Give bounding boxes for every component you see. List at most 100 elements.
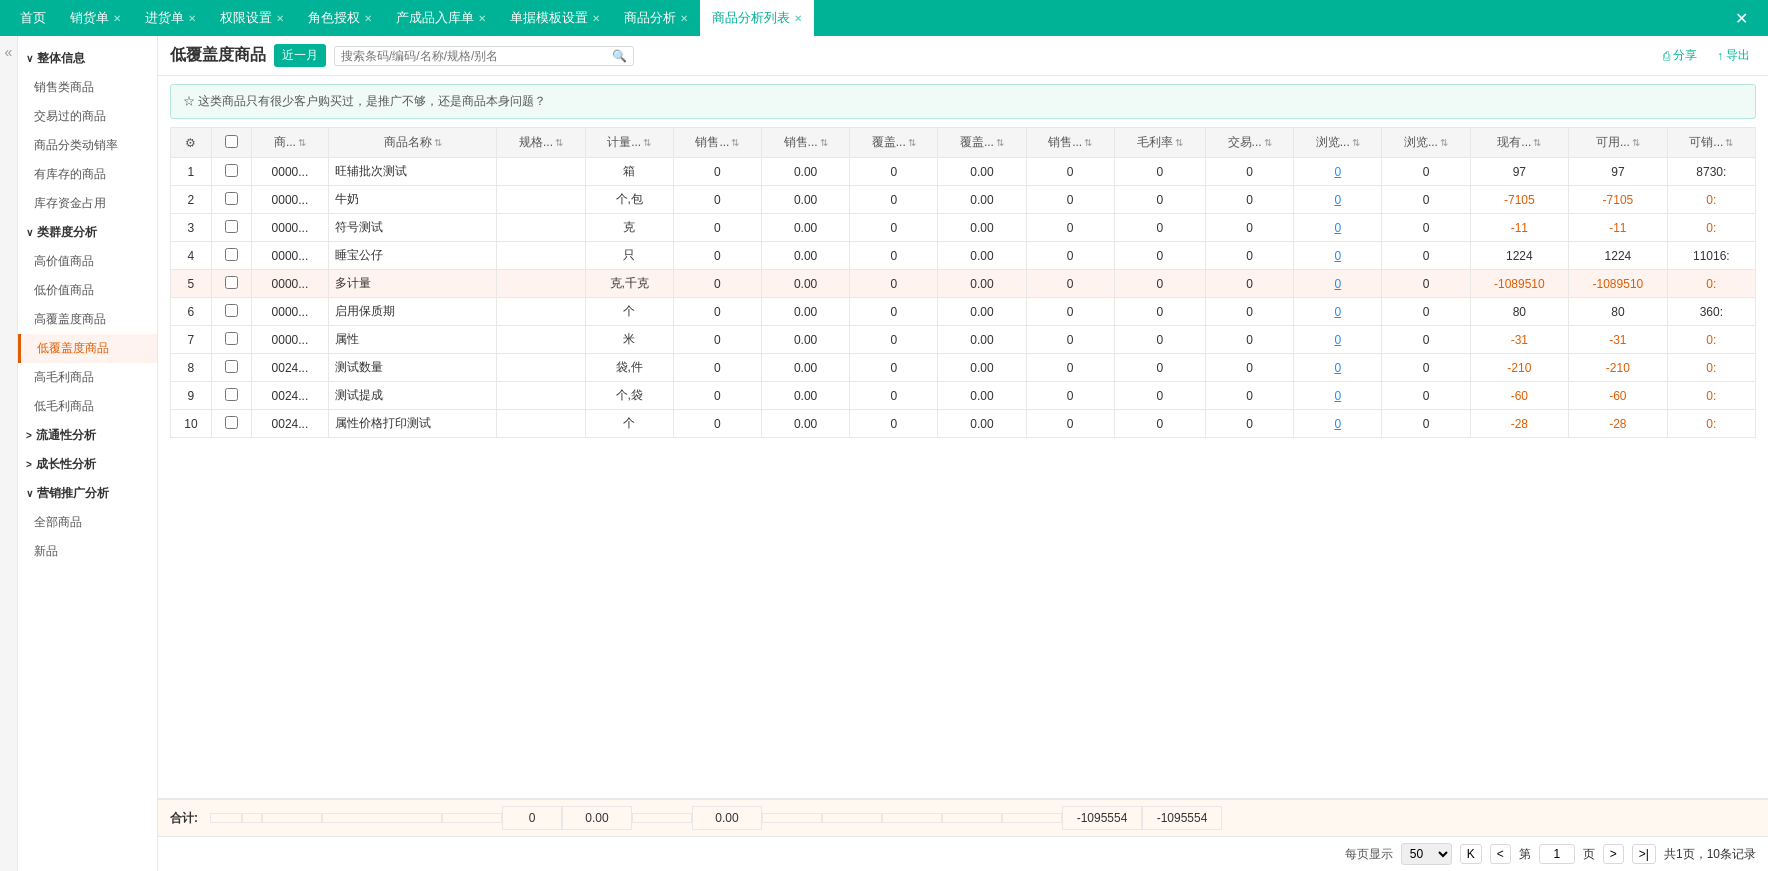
share-button[interactable]: ⎙ 分享 <box>1657 44 1703 67</box>
search-input[interactable] <box>341 49 612 63</box>
col-available-stock[interactable]: 可用...⇅ <box>1569 128 1668 158</box>
nav-purchase-order[interactable]: 进货单 ✕ <box>133 0 208 36</box>
nav-home[interactable]: 首页 <box>8 0 58 36</box>
col-spec[interactable]: 规格...⇅ <box>497 128 585 158</box>
row-checkbox[interactable] <box>211 354 251 382</box>
col-transaction[interactable]: 交易...⇅ <box>1206 128 1294 158</box>
nav-product-analysis[interactable]: 商品分析 ✕ <box>612 0 700 36</box>
close-icon[interactable]: ✕ <box>794 13 802 24</box>
row-checkbox[interactable] <box>211 326 251 354</box>
row-select-checkbox[interactable] <box>225 388 238 401</box>
close-icon[interactable]: ✕ <box>680 13 688 24</box>
sidebar-section-growth[interactable]: > 成长性分析 <box>18 450 157 479</box>
sidebar-item-high-coverage[interactable]: 高覆盖度商品 <box>18 305 157 334</box>
col-unit[interactable]: 计量...⇅ <box>585 128 673 158</box>
col-checkbox[interactable] <box>211 128 251 158</box>
nav-sales-order[interactable]: 销货单 ✕ <box>58 0 133 36</box>
col-current-stock[interactable]: 现有...⇅ <box>1470 128 1569 158</box>
sidebar-item-low-value[interactable]: 低价值商品 <box>18 276 157 305</box>
sidebar-section-overall[interactable]: ∨ 整体信息 <box>18 44 157 73</box>
row-browse1[interactable]: 0 <box>1294 186 1382 214</box>
sidebar-item-inventory-fund[interactable]: 库存资金占用 <box>18 189 157 218</box>
row-browse1[interactable]: 0 <box>1294 382 1382 410</box>
sidebar-item-low-margin[interactable]: 低毛利商品 <box>18 392 157 421</box>
sidebar-item-high-margin[interactable]: 高毛利商品 <box>18 363 157 392</box>
row-checkbox[interactable] <box>211 158 251 186</box>
table-container[interactable]: ⚙ 商...⇅ 商品名称⇅ 规格...⇅ 计量...⇅ 销售...⇅ 销售...… <box>158 127 1768 798</box>
close-icon[interactable]: ✕ <box>364 13 372 24</box>
row-checkbox[interactable] <box>211 242 251 270</box>
close-icon[interactable]: ✕ <box>276 13 284 24</box>
close-icon[interactable]: ✕ <box>188 13 196 24</box>
page-size-select[interactable]: 50 20 100 <box>1401 843 1452 865</box>
row-checkbox[interactable] <box>211 410 251 438</box>
sidebar-section-cluster[interactable]: ∨ 类群度分析 <box>18 218 157 247</box>
row-browse1[interactable]: 0 <box>1294 326 1382 354</box>
sidebar-collapse-button[interactable]: « <box>0 36 18 871</box>
row-select-checkbox[interactable] <box>225 248 238 261</box>
row-browse1[interactable]: 0 <box>1294 298 1382 326</box>
row-sales-qty: 0 <box>673 214 761 242</box>
row-browse1[interactable]: 0 <box>1294 270 1382 298</box>
row-browse1[interactable]: 0 <box>1294 242 1382 270</box>
prev-page-button[interactable]: < <box>1490 844 1511 864</box>
col-sales-qty[interactable]: 销售...⇅ <box>673 128 761 158</box>
sidebar-item-new-goods[interactable]: 新品 <box>18 537 157 566</box>
nav-role-auth[interactable]: 角色授权 ✕ <box>296 0 384 36</box>
col-browse2[interactable]: 浏览...⇅ <box>1382 128 1470 158</box>
row-browse1[interactable]: 0 <box>1294 158 1382 186</box>
col-sku-code[interactable]: 商...⇅ <box>251 128 328 158</box>
col-saleable[interactable]: 可销...⇅ <box>1667 128 1755 158</box>
nav-permission-settings[interactable]: 权限设置 ✕ <box>208 0 296 36</box>
period-button[interactable]: 近一月 <box>274 44 326 67</box>
sidebar-section-marketing[interactable]: ∨ 营销推广分析 <box>18 479 157 508</box>
row-checkbox[interactable] <box>211 186 251 214</box>
total-current-stock: -1095554 <box>1062 806 1142 830</box>
sidebar-item-sales-goods[interactable]: 销售类商品 <box>18 73 157 102</box>
col-gross-margin[interactable]: 毛利率⇅ <box>1114 128 1205 158</box>
col-name[interactable]: 商品名称⇅ <box>328 128 497 158</box>
close-icon[interactable]: ✕ <box>113 13 121 24</box>
col-settings[interactable]: ⚙ <box>171 128 212 158</box>
row-select-checkbox[interactable] <box>225 360 238 373</box>
window-close-button[interactable]: ✕ <box>1723 9 1760 28</box>
row-select-checkbox[interactable] <box>225 192 238 205</box>
sidebar-item-high-value[interactable]: 高价值商品 <box>18 247 157 276</box>
sidebar-item-traded-goods[interactable]: 交易过的商品 <box>18 102 157 131</box>
col-browse1[interactable]: 浏览...⇅ <box>1294 128 1382 158</box>
close-icon[interactable]: ✕ <box>478 13 486 24</box>
nav-finished-goods[interactable]: 产成品入库单 ✕ <box>384 0 498 36</box>
row-browse1[interactable]: 0 <box>1294 214 1382 242</box>
first-page-button[interactable]: K <box>1460 844 1482 864</box>
sidebar-section-circulation[interactable]: > 流通性分析 <box>18 421 157 450</box>
search-icon[interactable]: 🔍 <box>612 49 627 63</box>
row-checkbox[interactable] <box>211 270 251 298</box>
sidebar-item-all-goods[interactable]: 全部商品 <box>18 508 157 537</box>
row-select-checkbox[interactable] <box>225 332 238 345</box>
close-icon[interactable]: ✕ <box>592 13 600 24</box>
row-select-checkbox[interactable] <box>225 416 238 429</box>
nav-template-settings[interactable]: 单据模板设置 ✕ <box>498 0 612 36</box>
row-checkbox[interactable] <box>211 214 251 242</box>
next-page-button[interactable]: > <box>1603 844 1624 864</box>
row-select-checkbox[interactable] <box>225 276 238 289</box>
col-sales-amount[interactable]: 销售...⇅ <box>762 128 850 158</box>
row-checkbox[interactable] <box>211 298 251 326</box>
row-select-checkbox[interactable] <box>225 304 238 317</box>
col-sales3[interactable]: 销售...⇅ <box>1026 128 1114 158</box>
sidebar-item-category-turnover[interactable]: 商品分类动销率 <box>18 131 157 160</box>
row-checkbox[interactable] <box>211 382 251 410</box>
row-select-checkbox[interactable] <box>225 220 238 233</box>
row-browse1[interactable]: 0 <box>1294 410 1382 438</box>
row-browse1[interactable]: 0 <box>1294 354 1382 382</box>
select-all-checkbox[interactable] <box>225 135 238 148</box>
nav-product-analysis-list[interactable]: 商品分析列表 ✕ <box>700 0 814 36</box>
export-button[interactable]: ↑ 导出 <box>1711 44 1756 67</box>
sidebar-item-stocked-goods[interactable]: 有库存的商品 <box>18 160 157 189</box>
row-select-checkbox[interactable] <box>225 164 238 177</box>
col-coverage2[interactable]: 覆盖...⇅ <box>938 128 1026 158</box>
col-coverage1[interactable]: 覆盖...⇅ <box>850 128 938 158</box>
sidebar-item-low-coverage[interactable]: 低覆盖度商品 <box>18 334 157 363</box>
last-page-button[interactable]: >| <box>1632 844 1656 864</box>
page-number-input[interactable] <box>1539 844 1575 864</box>
